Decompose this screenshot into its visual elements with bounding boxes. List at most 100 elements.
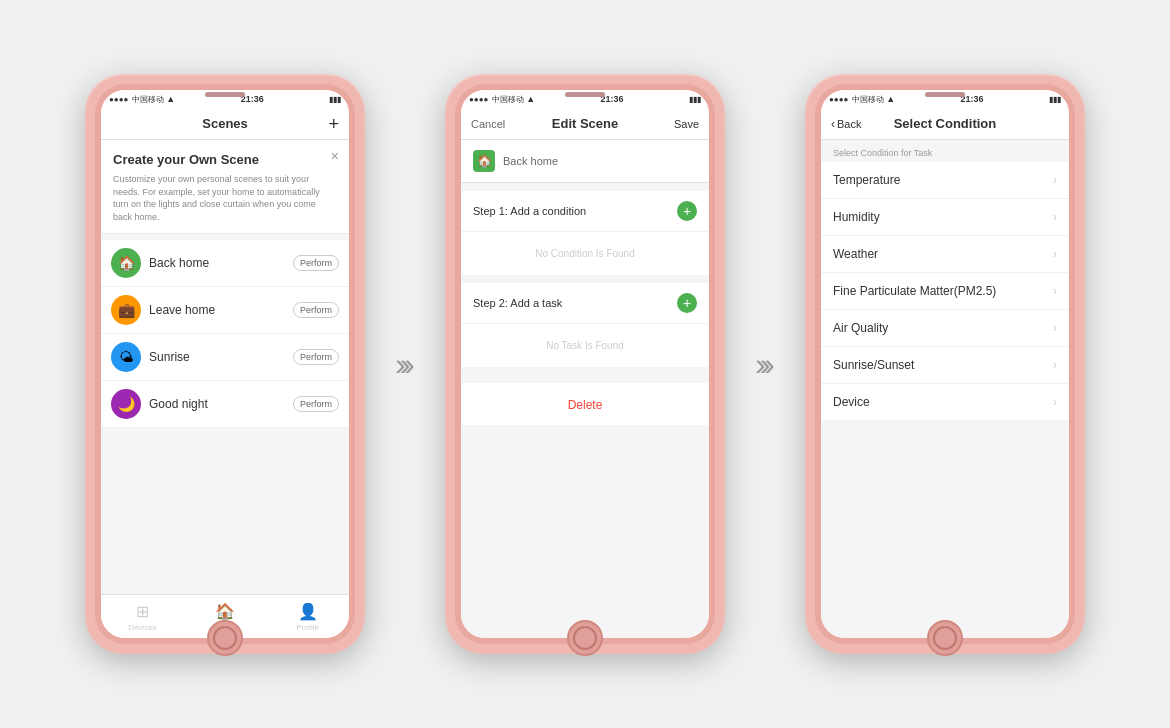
devices-icon: ⊞ [136, 602, 149, 621]
tab-profile[interactable]: 👤 Profile [266, 602, 349, 632]
phone-3-screen: ●●●● 中国移动 ▲ 21:36 ▮▮▮ ‹ Back Select Co [821, 90, 1069, 638]
screen-content-2: 🏠 Back home Step 1: Add a condition + No… [461, 140, 709, 638]
no-condition-text: No Condition Is Found [461, 232, 709, 275]
banner-title: Create your Own Scene [113, 152, 337, 167]
cond-section-label: Select Condition for Task [821, 140, 1069, 162]
perform-btn-leave-home[interactable]: Perform [293, 302, 339, 318]
chevron-humidity: › [1053, 210, 1057, 224]
edit-back-home-icon: 🏠 [473, 150, 495, 172]
nav-title-3: Select Condition [894, 116, 997, 131]
back-button[interactable]: ‹ Back [831, 117, 861, 131]
wifi-icon-3: ▲ [886, 94, 895, 104]
edit-back-home-text: Back home [503, 155, 558, 167]
perform-btn-good-night[interactable]: Perform [293, 396, 339, 412]
cond-name-sunrise-sunset: Sunrise/Sunset [833, 358, 914, 372]
tab-devices[interactable]: ⊞ Devices [101, 602, 184, 632]
carrier-3: 中国移动 [852, 94, 884, 105]
scene-item-sunrise[interactable]: 🌤 Sunrise Perform [101, 334, 349, 381]
chevron-pm25: › [1053, 284, 1057, 298]
cond-name-air-quality: Air Quality [833, 321, 888, 335]
add-task-button[interactable]: + [677, 293, 697, 313]
delete-button[interactable]: Delete [568, 398, 603, 412]
chevron-air-quality: › [1053, 321, 1057, 335]
scene-icon-back-home: 🏠 [111, 248, 141, 278]
back-chevron-icon: ‹ [831, 117, 835, 131]
phone-3-home-button[interactable] [927, 620, 963, 656]
conditions-list: Temperature › Humidity › Weather › [821, 162, 1069, 420]
cond-device[interactable]: Device › [821, 384, 1069, 420]
cancel-button[interactable]: Cancel [471, 118, 505, 130]
main-container: ●●●● 中国移动 ▲ 21:36 ▮▮▮ Scenes + [0, 0, 1170, 728]
scene-item-good-night[interactable]: 🌙 Good night Perform [101, 381, 349, 428]
back-label: Back [837, 118, 861, 130]
nav-bar-2: Cancel Edit Scene Save [461, 108, 709, 140]
chevron-device: › [1053, 395, 1057, 409]
scenes-icon: 🏠 [215, 602, 235, 621]
step2-title: Step 2: Add a task [473, 297, 562, 309]
phone-2-screen: ●●●● 中国移动 ▲ 21:36 ▮▮▮ Cancel Edit Scene … [461, 90, 709, 638]
scene-name-good-night: Good night [149, 397, 285, 411]
arrow-1: › › › [395, 348, 415, 380]
chevron-weather: › [1053, 247, 1057, 261]
scene-icon-good-night: 🌙 [111, 389, 141, 419]
arrow-2: › › › [755, 348, 775, 380]
add-button-1[interactable]: + [329, 115, 340, 133]
no-task-text: No Task Is Found [461, 324, 709, 367]
battery-icon-3: ▮▮▮ [1049, 95, 1061, 104]
add-condition-button[interactable]: + [677, 201, 697, 221]
cond-sunrise-sunset[interactable]: Sunrise/Sunset › [821, 347, 1069, 384]
edit-back-home-row[interactable]: 🏠 Back home [461, 140, 709, 183]
nav-bar-3: ‹ Back Select Condition [821, 108, 1069, 140]
phone-1-home-button[interactable] [207, 620, 243, 656]
cond-humidity[interactable]: Humidity › [821, 199, 1069, 236]
carrier-1: 中国移动 [132, 94, 164, 105]
chevron-temperature: › [1053, 173, 1057, 187]
signal-icon-3: ●●●● [829, 95, 848, 104]
create-scene-banner: × Create your Own Scene Customize your o… [101, 140, 349, 234]
profile-icon: 👤 [298, 602, 318, 621]
cond-pm25[interactable]: Fine Particulate Matter(PM2.5) › [821, 273, 1069, 310]
battery-icon-2: ▮▮▮ [689, 95, 701, 104]
scene-item-leave-home[interactable]: 💼 Leave home Perform [101, 287, 349, 334]
nav-title-2: Edit Scene [552, 116, 618, 131]
phone-3: ●●●● 中国移动 ▲ 21:36 ▮▮▮ ‹ Back Select Co [805, 74, 1085, 654]
save-button[interactable]: Save [674, 118, 699, 130]
cond-air-quality[interactable]: Air Quality › [821, 310, 1069, 347]
tab-profile-label: Profile [296, 623, 319, 632]
scene-list: 🏠 Back home Perform 💼 Leave home Perform [101, 240, 349, 428]
arrow-2-chevron-3: › [764, 348, 775, 380]
close-button-1[interactable]: × [331, 148, 339, 164]
cond-name-pm25: Fine Particulate Matter(PM2.5) [833, 284, 996, 298]
scene-icon-leave-home: 💼 [111, 295, 141, 325]
chevron-sunrise-sunset: › [1053, 358, 1057, 372]
carrier-2: 中国移动 [492, 94, 524, 105]
step2-section: Step 2: Add a task + No Task Is Found [461, 283, 709, 367]
cond-name-humidity: Humidity [833, 210, 880, 224]
delete-row: Delete [461, 383, 709, 425]
nav-title-1: Scenes [202, 116, 248, 131]
banner-desc: Customize your own personal scenes to su… [113, 173, 337, 223]
arrow-1-chevron-3: › [404, 348, 415, 380]
tab-devices-label: Devices [128, 623, 156, 632]
perform-btn-sunrise[interactable]: Perform [293, 349, 339, 365]
scene-item-back-home[interactable]: 🏠 Back home Perform [101, 240, 349, 287]
cond-weather[interactable]: Weather › [821, 236, 1069, 273]
phone-2: ●●●● 中国移动 ▲ 21:36 ▮▮▮ Cancel Edit Scene … [445, 74, 725, 654]
cond-name-device: Device [833, 395, 870, 409]
signal-icon-1: ●●●● [109, 95, 128, 104]
screen-content-1: × Create your Own Scene Customize your o… [101, 140, 349, 594]
perform-btn-back-home[interactable]: Perform [293, 255, 339, 271]
scene-icon-sunrise: 🌤 [111, 342, 141, 372]
scene-name-back-home: Back home [149, 256, 285, 270]
scene-name-sunrise: Sunrise [149, 350, 285, 364]
step1-section: Step 1: Add a condition + No Condition I… [461, 191, 709, 275]
cond-name-weather: Weather [833, 247, 878, 261]
nav-bar-1: Scenes + [101, 108, 349, 140]
battery-icon-1: ▮▮▮ [329, 95, 341, 104]
cond-name-temperature: Temperature [833, 173, 900, 187]
phone-2-home-button[interactable] [567, 620, 603, 656]
signal-icon-2: ●●●● [469, 95, 488, 104]
scene-name-leave-home: Leave home [149, 303, 285, 317]
cond-temperature[interactable]: Temperature › [821, 162, 1069, 199]
step1-title: Step 1: Add a condition [473, 205, 586, 217]
